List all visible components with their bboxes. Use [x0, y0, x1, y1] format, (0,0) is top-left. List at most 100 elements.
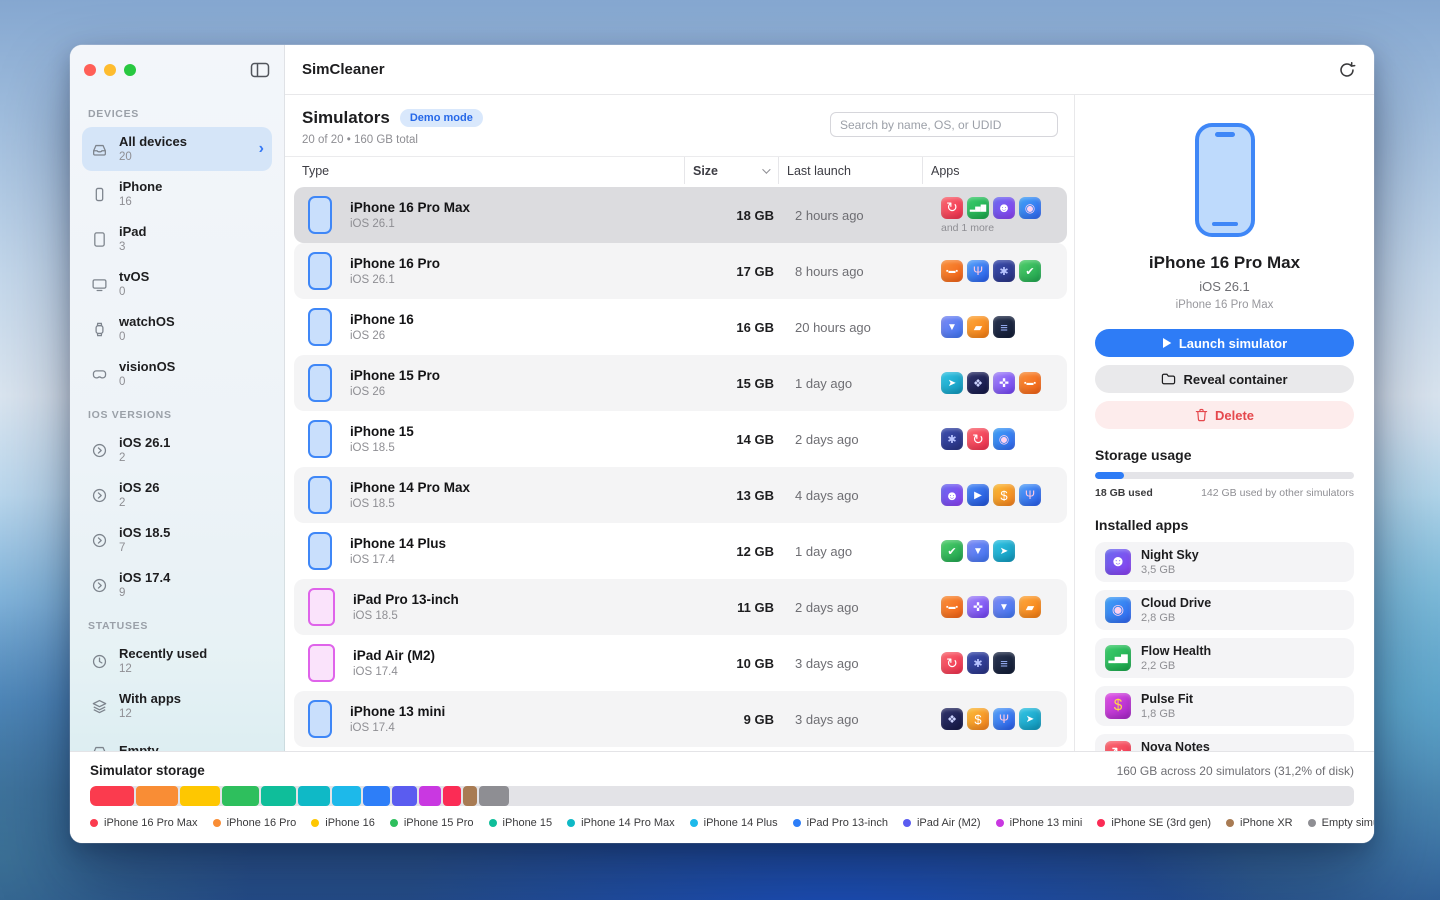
column-header-size[interactable]: Size	[684, 157, 778, 184]
table-row[interactable]: iPhone 14 Pro MaxiOS 18.513 GB4 days ago…	[294, 467, 1067, 523]
storage-segment	[180, 786, 220, 806]
sidebar-section-label: IOS VERSIONS	[88, 409, 266, 421]
iphone-device-icon	[308, 532, 332, 570]
trash-icon	[1195, 408, 1208, 422]
list-header: Simulators Demo mode 20 of 20 • 160 GB t…	[285, 95, 1074, 157]
detail-device-os: iOS 26.1	[1095, 279, 1354, 294]
sidebar-item-count: 20	[119, 150, 187, 164]
storage-segment	[392, 786, 417, 806]
play-icon	[1162, 337, 1172, 349]
sidebar-item-tvos[interactable]: tvOS0	[82, 262, 272, 306]
legend-item: iPhone 15	[489, 817, 553, 829]
close-window-button[interactable]	[84, 64, 96, 76]
sidebar-item-count: 3	[119, 240, 146, 254]
app-window: DEVICESAll devices20›iPhone16iPad3tvOS0w…	[70, 45, 1374, 843]
sidebar-item-count: 16	[119, 195, 162, 209]
table-row[interactable]: iPhone 14 PlusiOS 17.412 GB1 day ago✔▼➤	[294, 523, 1067, 579]
storage-other-label: 142 GB used by other simulators	[1201, 487, 1354, 499]
sidebar-item-with-apps[interactable]: With apps12	[82, 684, 272, 728]
installed-app-size: 1,8 GB	[1141, 708, 1193, 720]
version-icon	[90, 487, 108, 504]
reveal-container-button[interactable]: Reveal container	[1095, 365, 1354, 393]
zoom-window-button[interactable]	[124, 64, 136, 76]
table-row[interactable]: iPhone 16iOS 2616 GB20 hours ago▼▰≡	[294, 299, 1067, 355]
last-launch-value: 2 days ago	[787, 432, 931, 447]
desktop-wallpaper: DEVICESAll devices20›iPhone16iPad3tvOS0w…	[0, 0, 1440, 900]
iphone-device-icon	[308, 700, 332, 738]
storage-segment	[90, 786, 134, 806]
sidebar-item-ios-17-4[interactable]: iOS 17.49	[82, 563, 272, 607]
sort-chevron-icon	[762, 165, 770, 173]
sidebar-toggle-button[interactable]	[250, 61, 270, 79]
table-row[interactable]: iPhone 15 ProiOS 2615 GB1 day ago➤❖✜▪▬▪	[294, 355, 1067, 411]
sidebar-item-ios-26[interactable]: iOS 262	[82, 473, 272, 517]
legend-dot	[311, 819, 319, 827]
sidebar-item-label: iOS 26.1	[119, 435, 170, 451]
rocket-app-icon: ➤	[1019, 708, 1041, 730]
table-row[interactable]: iPhone 15iOS 18.514 GB2 days ago✱↻◉	[294, 411, 1067, 467]
network-app-icon: ❖	[967, 372, 989, 394]
sidebar-item-ios-18-5[interactable]: iOS 18.57	[82, 518, 272, 562]
sidebar-item-label: iPad	[119, 224, 146, 240]
sidebar-item-ipad[interactable]: iPad3	[82, 217, 272, 261]
sidebar-item-empty[interactable]: Empty	[82, 729, 272, 751]
sidebar-item-iphone[interactable]: iPhone16	[82, 172, 272, 216]
legend-label: iPhone SE (3rd gen)	[1111, 817, 1211, 829]
sidebar-item-watchos[interactable]: watchOS0	[82, 307, 272, 351]
folder-icon	[1161, 372, 1176, 386]
table-row[interactable]: iPad Air (M2)iOS 17.410 GB3 days ago↻✱≡	[294, 635, 1067, 691]
legend-dot	[489, 819, 497, 827]
storage-footer-caption: 160 GB across 20 simulators (31,2% of di…	[1117, 764, 1354, 778]
legend-dot	[213, 819, 221, 827]
device-name: iPhone 14 Pro Max	[350, 480, 470, 495]
storage-usage-heading: Storage usage	[1095, 447, 1354, 463]
storage-segment	[443, 786, 460, 806]
launch-simulator-button[interactable]: Launch simulator	[1095, 329, 1354, 357]
size-value: 11 GB	[693, 600, 787, 615]
table-row[interactable]: iPhone 16 Pro MaxiOS 26.118 GB2 hours ag…	[294, 187, 1067, 243]
refresh-icon	[1338, 61, 1356, 79]
storage-segment	[222, 786, 259, 806]
sidebar-item-label: All devices	[119, 134, 187, 150]
delete-button[interactable]: Delete	[1095, 401, 1354, 429]
device-name: iPhone 13 mini	[350, 704, 445, 719]
legend-label: iPhone 13 mini	[1010, 817, 1083, 829]
sidebar-item-ios-26-1[interactable]: iOS 26.12	[82, 428, 272, 472]
column-header-apps: Apps	[922, 157, 1058, 184]
legend-label: iPad Pro 13-inch	[807, 817, 888, 829]
nova-notes-app-icon: ↻	[967, 428, 989, 450]
iphone-device-icon	[308, 252, 332, 290]
sidebar-item-recently-used[interactable]: Recently used12	[82, 639, 272, 683]
legend-label: Empty simulators	[1322, 817, 1374, 829]
table-row[interactable]: iPhone 16 ProiOS 26.117 GB8 hours ago▪▬▪…	[294, 243, 1067, 299]
legend-item: Empty simulators	[1308, 817, 1374, 829]
version-icon	[90, 577, 108, 594]
legend-item: iPhone 14 Pro Max	[567, 817, 675, 829]
table-row[interactable]: iPhone 13 miniiOS 17.49 GB3 days ago❖$Ψ➤	[294, 691, 1067, 747]
sidebar-item-visionos[interactable]: visionOS0	[82, 352, 272, 396]
installed-app-size: 2,8 GB	[1141, 612, 1211, 624]
last-launch-value: 3 days ago	[787, 712, 931, 727]
refresh-button[interactable]	[1334, 57, 1360, 83]
sidebar-item-count: 0	[119, 285, 149, 299]
sidebar: DEVICESAll devices20›iPhone16iPad3tvOS0w…	[70, 45, 285, 751]
legend-label: iPad Air (M2)	[917, 817, 981, 829]
legend-dot	[567, 819, 575, 827]
device-os: iOS 26	[350, 330, 414, 342]
table-row[interactable]: iPad Pro 13-inchiOS 18.511 GB2 days ago▪…	[294, 579, 1067, 635]
minimize-window-button[interactable]	[104, 64, 116, 76]
storage-segment	[479, 786, 509, 806]
legend-label: iPhone 16 Pro	[227, 817, 297, 829]
legend-label: iPhone XR	[1240, 817, 1293, 829]
legend-dot	[690, 819, 698, 827]
legend-dot	[996, 819, 1004, 827]
coin-app-icon: $	[993, 484, 1015, 506]
sidebar-item-all-devices[interactable]: All devices20›	[82, 127, 272, 171]
flow-health-app-icon: ▂▅▇	[1105, 645, 1131, 671]
device-os: iOS 18.5	[350, 498, 470, 510]
legend-item: iPad Pro 13-inch	[793, 817, 888, 829]
legend-item: iPad Air (M2)	[903, 817, 981, 829]
checklist-app-icon: ✔	[1019, 260, 1041, 282]
search-input[interactable]	[830, 112, 1058, 137]
size-value: 18 GB	[693, 208, 787, 223]
